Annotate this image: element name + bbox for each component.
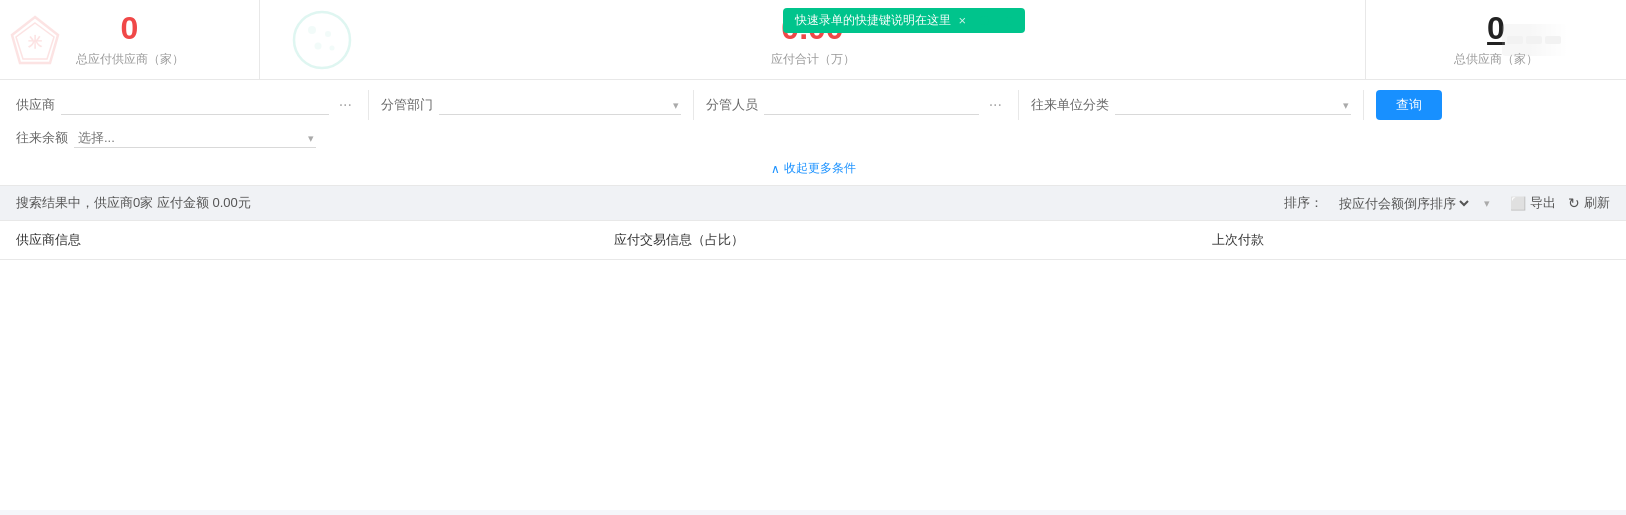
- table-header: 供应商信息 应付交易信息（占比） 上次付款: [0, 221, 1626, 260]
- refresh-button[interactable]: ↻ 刷新: [1568, 194, 1610, 212]
- unit-category-label: 往来单位分类: [1031, 96, 1109, 114]
- refresh-icon: ↻: [1568, 195, 1580, 211]
- department-filter-item: 分管部门 ▾: [381, 95, 681, 115]
- collapse-button[interactable]: ∧ 收起更多条件: [771, 160, 856, 177]
- total-payable-suppliers-label: 总应付供应商（家）: [76, 51, 184, 68]
- total-payable-suppliers-number: 0: [121, 11, 139, 46]
- export-label: 导出: [1530, 194, 1556, 212]
- col-supplier-header: 供应商信息: [16, 231, 614, 249]
- supplier-label: 供应商: [16, 96, 55, 114]
- svg-point-5: [325, 31, 331, 37]
- tooltip-text: 快速录单的快捷键说明在这里: [795, 12, 951, 29]
- department-chevron-icon: ▾: [673, 99, 679, 112]
- table-body: [0, 260, 1626, 510]
- results-actions: 排序： 按应付会额倒序排序 按应付会额升序排序 ▾ ⬜ 导出 ↻ 刷新: [1284, 194, 1610, 212]
- collapse-bar: ∧ 收起更多条件: [16, 156, 1610, 185]
- tooltip-close-icon[interactable]: ×: [959, 13, 967, 28]
- unit-category-filter-item: 往来单位分类 ▾: [1031, 95, 1351, 115]
- export-button[interactable]: ⬜ 导出: [1510, 194, 1556, 212]
- placeholder-watermark-icon: [1502, 24, 1566, 56]
- person-label: 分管人员: [706, 96, 758, 114]
- filter-row-2: 往来余额 ▾: [16, 128, 1610, 148]
- stat-total-payable-suppliers: 米 0 总应付供应商（家）: [0, 0, 260, 79]
- cookie-watermark-icon: [290, 8, 354, 72]
- unit-category-input[interactable]: [1115, 95, 1351, 115]
- stats-bar: 米 0 总应付供应商（家） 快速录单的快捷键说明在这里 × 0.00 应付合计（…: [0, 0, 1626, 80]
- collapse-chevron-icon: ∧: [771, 162, 780, 176]
- shortcut-tooltip: 快速录单的快捷键说明在这里 ×: [783, 8, 1026, 33]
- department-input[interactable]: [439, 95, 681, 115]
- unit-category-chevron-icon: ▾: [1343, 99, 1349, 112]
- payable-total-label: 应付合计（万）: [771, 51, 855, 68]
- refresh-label: 刷新: [1584, 194, 1610, 212]
- supplier-dots[interactable]: ···: [335, 96, 356, 114]
- results-bar: 搜索结果中，供应商0家 应付金额 0.00元 排序： 按应付会额倒序排序 按应付…: [0, 186, 1626, 221]
- sort-select[interactable]: 按应付会额倒序排序 按应付会额升序排序: [1335, 195, 1472, 212]
- export-icon: ⬜: [1510, 196, 1526, 211]
- svg-point-3: [294, 12, 350, 68]
- col-transaction-header: 应付交易信息（占比）: [614, 231, 1212, 249]
- query-button[interactable]: 查询: [1376, 90, 1442, 120]
- balance-input[interactable]: [74, 128, 316, 148]
- sort-label: 排序：: [1284, 194, 1323, 212]
- balance-label: 往来余额: [16, 129, 68, 147]
- diamond-watermark-icon: 米: [10, 15, 60, 65]
- tooltip-dot: [980, 16, 989, 25]
- balance-filter-item: 往来余额 ▾: [16, 128, 316, 148]
- collapse-label: 收起更多条件: [784, 160, 856, 177]
- person-dots[interactable]: ···: [985, 96, 1006, 114]
- filter-row-1: 供应商 ··· 分管部门 ▾ 分管人员 ··· 往来单位分类 ▾: [16, 90, 1610, 120]
- svg-point-6: [315, 42, 322, 49]
- person-filter-item: 分管人员 ···: [706, 95, 1006, 115]
- col-last-payment-header: 上次付款: [1212, 231, 1611, 249]
- svg-point-7: [330, 45, 335, 50]
- svg-text:米: 米: [27, 34, 43, 50]
- supplier-filter-item: 供应商 ···: [16, 95, 356, 115]
- stat-payable-total: 快速录单的快捷键说明在这里 × 0.00 应付合计（万）: [260, 0, 1366, 79]
- sort-chevron-icon: ▾: [1484, 197, 1490, 210]
- balance-chevron-icon: ▾: [308, 132, 314, 145]
- results-info: 搜索结果中，供应商0家 应付金额 0.00元: [16, 194, 251, 212]
- filter-bar: 供应商 ··· 分管部门 ▾ 分管人员 ··· 往来单位分类 ▾: [0, 80, 1626, 186]
- stat-total-suppliers: 0 总供应商（家）: [1366, 0, 1626, 79]
- department-label: 分管部门: [381, 96, 433, 114]
- supplier-input[interactable]: [61, 95, 329, 115]
- person-input[interactable]: [764, 95, 979, 115]
- svg-point-4: [308, 26, 316, 34]
